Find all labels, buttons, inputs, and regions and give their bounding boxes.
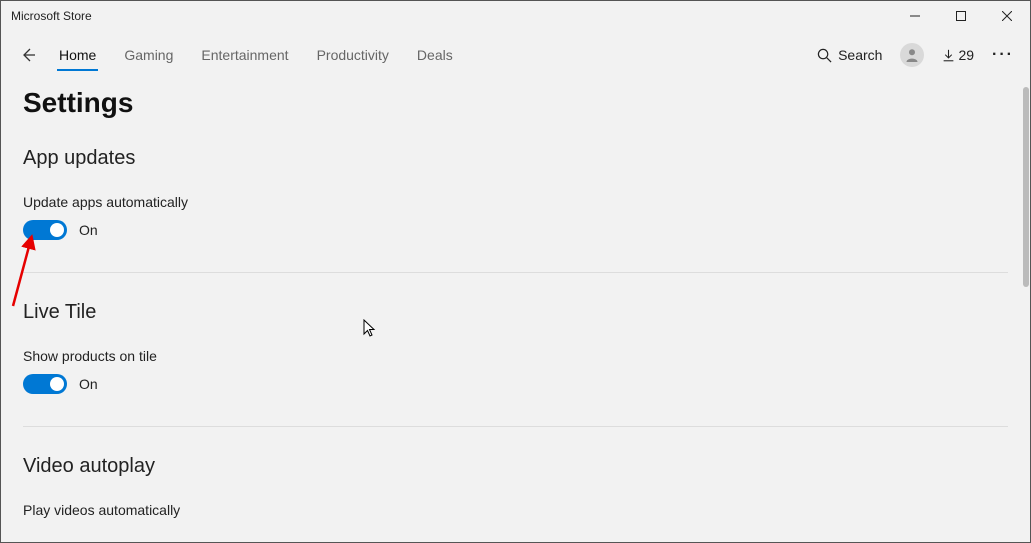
- tab-gaming[interactable]: Gaming: [122, 35, 175, 75]
- show-products-toggle-row: On: [23, 374, 1008, 394]
- title-bar: Microsoft Store: [1, 1, 1030, 31]
- tab-entertainment[interactable]: Entertainment: [199, 35, 290, 75]
- search-label: Search: [838, 47, 882, 63]
- show-products-toggle[interactable]: [23, 374, 67, 394]
- section-live-tile-heading: Live Tile: [23, 301, 1008, 324]
- more-button[interactable]: ···: [992, 46, 1014, 64]
- show-products-label: Show products on tile: [23, 348, 1008, 364]
- person-icon: [904, 47, 920, 63]
- back-button[interactable]: [9, 47, 49, 63]
- minimize-button[interactable]: [892, 1, 938, 31]
- section-app-updates-heading: App updates: [23, 147, 1008, 170]
- update-apps-toggle[interactable]: [23, 220, 67, 240]
- download-icon: [942, 49, 955, 62]
- search-icon: [817, 48, 832, 63]
- update-apps-label: Update apps automatically: [23, 194, 1008, 210]
- tab-deals[interactable]: Deals: [415, 35, 455, 75]
- profile-button[interactable]: [900, 43, 924, 67]
- update-apps-toggle-row: On: [23, 220, 1008, 240]
- maximize-button[interactable]: [938, 1, 984, 31]
- search-button[interactable]: Search: [817, 47, 882, 63]
- tab-home[interactable]: Home: [57, 35, 98, 75]
- close-button[interactable]: [984, 1, 1030, 31]
- play-videos-label: Play videos automatically: [23, 502, 1008, 518]
- divider: [23, 426, 1008, 427]
- tab-productivity[interactable]: Productivity: [315, 35, 391, 75]
- window-controls: [892, 1, 1030, 31]
- update-apps-toggle-state: On: [79, 222, 98, 238]
- window-title: Microsoft Store: [11, 9, 92, 23]
- show-products-toggle-state: On: [79, 376, 98, 392]
- top-right-controls: Search 29 ···: [817, 43, 1022, 67]
- nav-tabs: Home Gaming Entertainment Productivity D…: [57, 35, 455, 75]
- section-video-autoplay-heading: Video autoplay: [23, 455, 1008, 478]
- nav-bar: Home Gaming Entertainment Productivity D…: [1, 31, 1030, 79]
- page-title: Settings: [23, 87, 1008, 119]
- downloads-count: 29: [958, 47, 974, 63]
- scrollbar[interactable]: [1023, 87, 1029, 287]
- settings-content: Settings App updates Update apps automat…: [1, 79, 1030, 542]
- divider: [23, 272, 1008, 273]
- downloads-button[interactable]: 29: [942, 47, 974, 63]
